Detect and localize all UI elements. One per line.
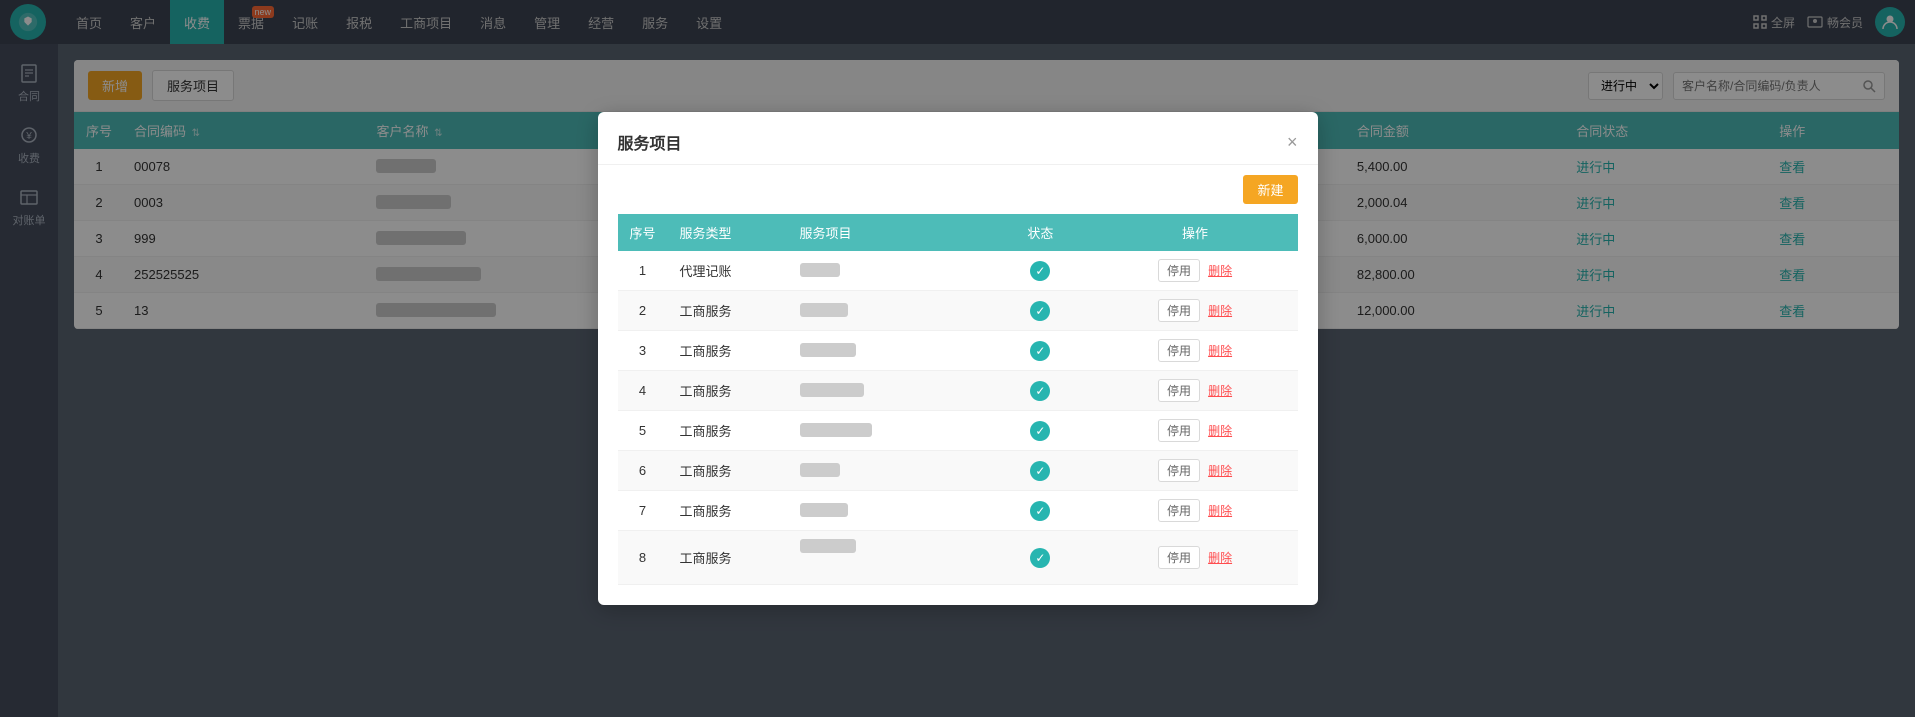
modal-close-button[interactable]: × [1287,133,1298,151]
status-check-icon: ✓ [1030,501,1050,521]
modal-table-row: 5 工商服务 ████ ✓ 停用 删除 [618,411,1298,451]
modal-cell-seq: 3 [618,331,668,371]
service-item-table: 序号 服务类型 服务项目 状态 操作 1 代理记账 ████1 ✓ 停用 删除 [618,214,1298,585]
modal-cell-item: ████ [788,411,989,451]
modal-cell-seq: 8 [618,531,668,585]
delete-button[interactable]: 删除 [1208,262,1232,279]
modal-cell-item: ████注册 [788,531,989,585]
modal-cell-action: 停用 删除 [1093,291,1298,331]
modal-cell-type: 工商服务 [668,291,788,331]
modal-overlay[interactable]: 服务项目 × 新建 序号 服务类型 服务项目 状态 操作 1 代理记账 [0,0,1915,717]
modal-cell-status: ✓ [988,491,1093,531]
modal-col-status: 状态 [988,214,1093,251]
modal-cell-item: ██████ [788,451,989,491]
modal-table-row: 4 工商服务 ████ ✓ 停用 删除 [618,371,1298,411]
modal-cell-item: ████ [788,371,989,411]
delete-button[interactable]: 删除 [1208,462,1232,479]
modal-cell-type: 工商服务 [668,371,788,411]
modal-cell-status: ✓ [988,411,1093,451]
modal-col-seq: 序号 [618,214,668,251]
modal-cell-type: 工商服务 [668,531,788,585]
modal-cell-seq: 5 [618,411,668,451]
stop-button[interactable]: 停用 [1158,299,1200,322]
modal-cell-action: 停用 删除 [1093,411,1298,451]
modal-cell-action: 停用 删除 [1093,491,1298,531]
modal-title: 服务项目 [618,130,682,154]
status-check-icon: ✓ [1030,421,1050,441]
delete-button[interactable]: 删除 [1208,549,1232,566]
modal-cell-item: ████1 [788,251,989,291]
modal-header: 服务项目 × [598,112,1318,165]
modal-table-row: 1 代理记账 ████1 ✓ 停用 删除 [618,251,1298,291]
modal-cell-status: ✓ [988,251,1093,291]
stop-button[interactable]: 停用 [1158,259,1200,282]
modal-cell-seq: 1 [618,251,668,291]
modal-cell-item: ████ [788,291,989,331]
delete-button[interactable]: 删除 [1208,302,1232,319]
stop-button[interactable]: 停用 [1158,546,1200,569]
modal-table-row: 8 工商服务 ████注册 ✓ 停用 删除 [618,531,1298,585]
modal-cell-status: ✓ [988,531,1093,585]
modal-cell-type: 工商服务 [668,451,788,491]
modal-cell-status: ✓ [988,331,1093,371]
modal-toolbar: 新建 [598,165,1318,214]
modal-table-row: 2 工商服务 ████ ✓ 停用 删除 [618,291,1298,331]
status-check-icon: ✓ [1030,301,1050,321]
delete-button[interactable]: 删除 [1208,502,1232,519]
modal-cell-action: 停用 删除 [1093,331,1298,371]
modal-col-item: 服务项目 [788,214,989,251]
modal-cell-item: ████ [788,331,989,371]
modal-cell-action: 停用 删除 [1093,251,1298,291]
stop-button[interactable]: 停用 [1158,379,1200,402]
modal-col-type: 服务类型 [668,214,788,251]
modal-cell-action: 停用 删除 [1093,451,1298,491]
modal-cell-action: 停用 删除 [1093,531,1298,585]
modal-cell-seq: 2 [618,291,668,331]
modal-cell-type: 工商服务 [668,411,788,451]
modal-table-row: 6 工商服务 ██████ ✓ 停用 删除 [618,451,1298,491]
modal-cell-item: ████ [788,491,989,531]
stop-button[interactable]: 停用 [1158,339,1200,362]
modal-cell-type: 代理记账 [668,251,788,291]
status-check-icon: ✓ [1030,548,1050,568]
modal-cell-seq: 7 [618,491,668,531]
service-item-modal: 服务项目 × 新建 序号 服务类型 服务项目 状态 操作 1 代理记账 [598,112,1318,605]
modal-cell-seq: 6 [618,451,668,491]
delete-button[interactable]: 删除 [1208,382,1232,399]
stop-button[interactable]: 停用 [1158,499,1200,522]
modal-cell-action: 停用 删除 [1093,371,1298,411]
modal-cell-status: ✓ [988,451,1093,491]
stop-button[interactable]: 停用 [1158,459,1200,482]
status-check-icon: ✓ [1030,461,1050,481]
status-check-icon: ✓ [1030,381,1050,401]
status-check-icon: ✓ [1030,341,1050,361]
modal-cell-type: 工商服务 [668,331,788,371]
delete-button[interactable]: 删除 [1208,342,1232,359]
modal-new-button[interactable]: 新建 [1243,175,1297,204]
modal-table-row: 3 工商服务 ████ ✓ 停用 删除 [618,331,1298,371]
status-check-icon: ✓ [1030,261,1050,281]
modal-table-row: 7 工商服务 ████ ✓ 停用 删除 [618,491,1298,531]
modal-body: 序号 服务类型 服务项目 状态 操作 1 代理记账 ████1 ✓ 停用 删除 [598,214,1318,605]
modal-cell-type: 工商服务 [668,491,788,531]
stop-button[interactable]: 停用 [1158,419,1200,442]
delete-button[interactable]: 删除 [1208,422,1232,439]
modal-cell-status: ✓ [988,371,1093,411]
modal-cell-seq: 4 [618,371,668,411]
modal-cell-status: ✓ [988,291,1093,331]
modal-col-action: 操作 [1093,214,1298,251]
